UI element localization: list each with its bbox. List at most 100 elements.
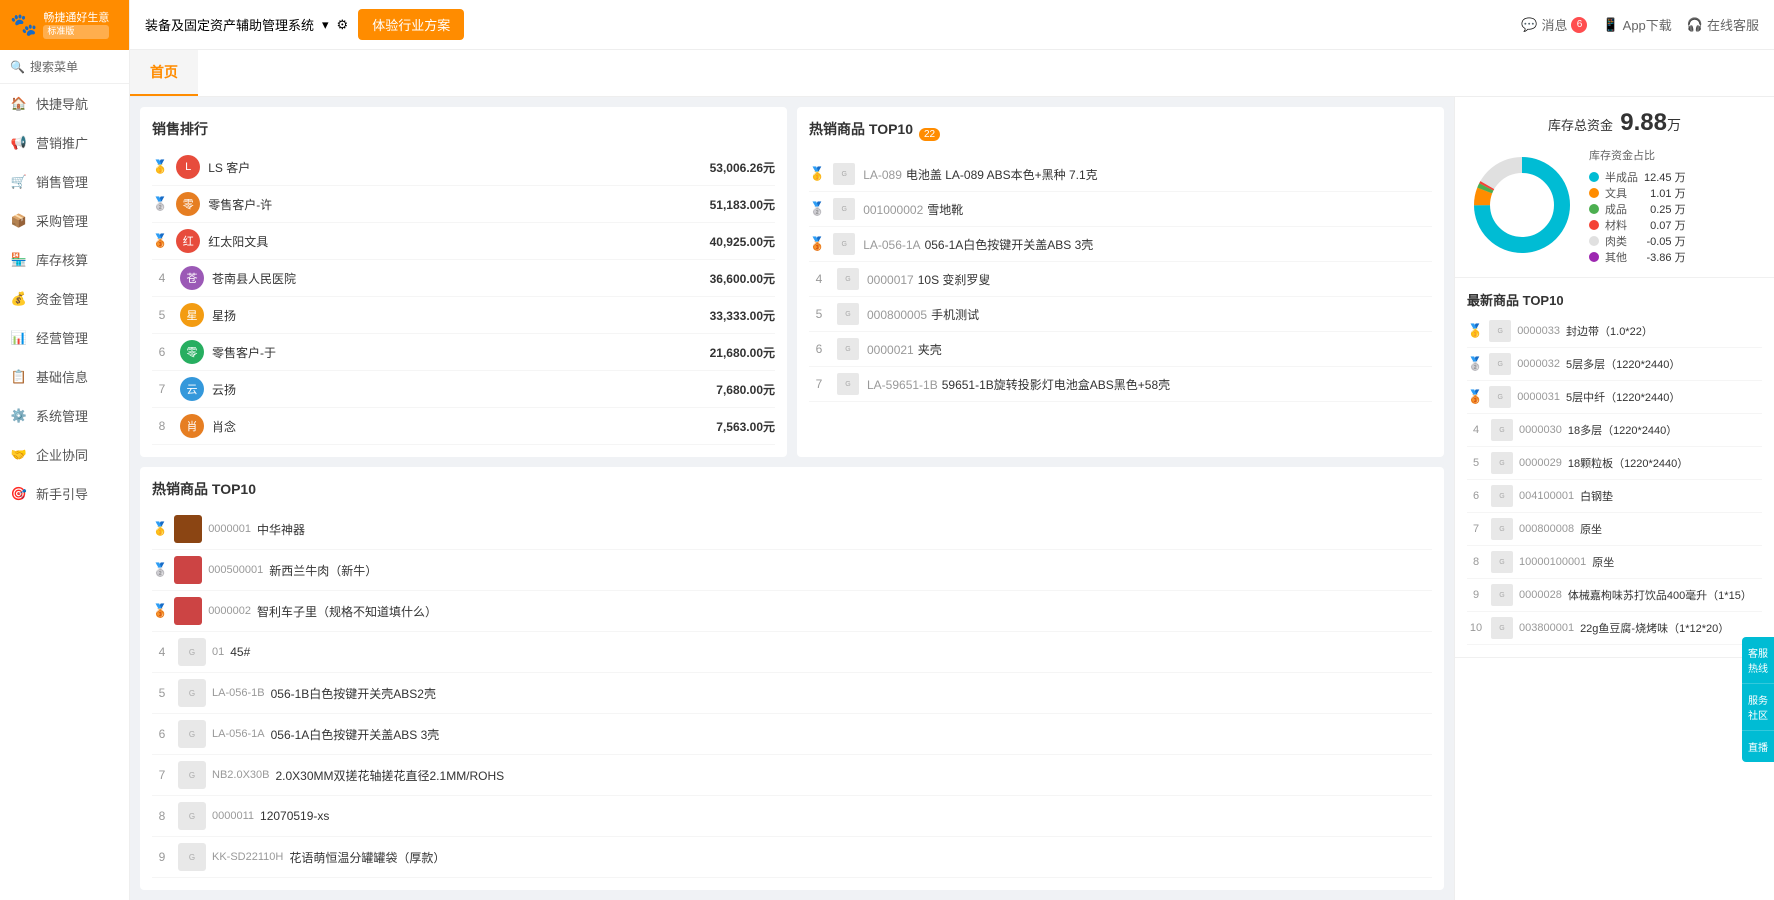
topbar: 装备及固定资产辅助管理系统 ▾ ⚙ 体验行业方案 💬 消息 6 📱 App下载 … (130, 0, 1774, 50)
message-btn[interactable]: 💬 消息 6 (1521, 15, 1587, 34)
legend-label: 半成品 (1605, 169, 1638, 185)
product-name: 新西兰牛肉（新牛） (269, 562, 1432, 579)
medal-icon: 🥇 (1467, 323, 1483, 339)
rank-number: 8 (152, 419, 172, 433)
top-row: 销售排行 🥇 L LS 客户 53,006.26元 🥈 零 零售客户-许 51,… (140, 107, 1444, 457)
customer-ranking-title: 销售排行 (152, 119, 775, 139)
search-menu-item[interactable]: 🔍 搜索菜单 (0, 50, 129, 84)
product-code: 0000031 (1517, 391, 1560, 403)
product-info: LA-056-1A056-1A白色按键开关盖ABS 3壳 (863, 236, 1432, 253)
system-selector[interactable]: 装备及固定资产辅助管理系统 ▾ ⚙ (145, 15, 348, 34)
sidebar-item-基础信息[interactable]: 📋基础信息 (0, 357, 129, 396)
customer-amount: 40,925.00元 (710, 233, 775, 250)
product-code: 10000100001 (1519, 556, 1586, 568)
product-code: 0000029 (1519, 457, 1562, 469)
sidebar-item-快捷导航[interactable]: 🏠快捷导航 (0, 84, 129, 123)
online-service-label: 在线客服 (1707, 15, 1759, 34)
sidebar-item-销售管理[interactable]: 🛒销售管理 (0, 162, 129, 201)
hot-badge: 22 (919, 128, 940, 141)
gear-icon[interactable]: ⚙ (337, 17, 349, 33)
customer-avatar: 星 (180, 303, 204, 327)
message-icon: 💬 (1521, 17, 1537, 33)
hot-sales-title: 热销商品 TOP10 (152, 479, 1432, 499)
sidebar-icon: ⚙️ (10, 407, 28, 425)
sidebar-item-库存核算[interactable]: 🏪库存核算 (0, 240, 129, 279)
product-thumbnail (174, 597, 202, 625)
customer-avatar: 苍 (180, 266, 204, 290)
rank-number: 6 (152, 727, 172, 741)
legend-item: 材料 0.07 万 (1589, 217, 1686, 233)
medal-icon: 🥈 (152, 562, 168, 578)
customer-row: 4 苍 苍南县人民医院 36,600.00元 (152, 260, 775, 297)
customer-ranking-card: 销售排行 🥇 L LS 客户 53,006.26元 🥈 零 零售客户-许 51,… (140, 107, 787, 457)
float-button[interactable]: 服务 社区 (1742, 684, 1774, 731)
legend-color (1589, 204, 1599, 214)
sidebar-icon: 🏠 (10, 95, 28, 113)
sidebar-item-企业协同[interactable]: 🤝企业协同 (0, 435, 129, 474)
customer-name: 云扬 (212, 381, 708, 398)
sidebar-item-新手引导[interactable]: 🎯新手引导 (0, 474, 129, 513)
float-button[interactable]: 客服 热线 (1742, 637, 1774, 684)
sidebar-item-label: 经营管理 (36, 328, 88, 347)
left-panel: 销售排行 🥇 L LS 客户 53,006.26元 🥈 零 零售客户-许 51,… (130, 97, 1454, 900)
sidebar-item-资金管理[interactable]: 💰资金管理 (0, 279, 129, 318)
product-name: 体械嘉枸味苏打饮品400毫升（1*15） (1568, 587, 1762, 603)
new-product-row: 6 G 004100001 白钢垫 (1467, 480, 1762, 513)
customer-amount: 51,183.00元 (710, 196, 775, 213)
tab-home[interactable]: 首页 (130, 50, 198, 96)
sidebar-item-经营管理[interactable]: 📊经营管理 (0, 318, 129, 357)
product-thumbnail: G (178, 638, 206, 666)
rank-number: 7 (809, 377, 829, 391)
legend-label: 文具 (1605, 185, 1627, 201)
hot-right-row: 🥉 G LA-056-1A056-1A白色按键开关盖ABS 3壳 (809, 227, 1432, 262)
legend-label: 其他 (1605, 249, 1627, 265)
new-product-row: 10 G 003800001 22g鱼豆腐-烧烤味（1*12*20） (1467, 612, 1762, 645)
legend-item: 文具 1.01 万 (1589, 185, 1686, 201)
product-info: 001000002雪地靴 (863, 201, 1432, 218)
hot-right-row: 4 G 000001710S 变刹罗叟 (809, 262, 1432, 297)
product-code: 0000001 (208, 523, 251, 535)
product-thumbnail: G (1489, 386, 1511, 408)
sidebar-item-系统管理[interactable]: ⚙️系统管理 (0, 396, 129, 435)
hot-right-row: 5 G 000800005手机测试 (809, 297, 1432, 332)
legend-value: 1.01 万 (1650, 185, 1685, 201)
product-thumbnail: G (837, 303, 859, 325)
right-panel: 库存总资金 9.88万 (1454, 97, 1774, 900)
product-code: 0000030 (1519, 424, 1562, 436)
sidebar-item-营销推广[interactable]: 📢营销推广 (0, 123, 129, 162)
product-name: 12070519-xs (260, 809, 1432, 823)
medal-icon: 🥈 (809, 201, 825, 217)
product-thumbnail: G (833, 198, 855, 220)
legend-value: 0.07 万 (1650, 217, 1685, 233)
legend-label: 材料 (1605, 217, 1627, 233)
customer-avatar: 零 (176, 192, 200, 216)
hot-right-row: 6 G 0000021夹壳 (809, 332, 1432, 367)
customer-avatar: 红 (176, 229, 200, 253)
legend-label: 肉类 (1605, 233, 1627, 249)
legend-color (1589, 220, 1599, 230)
app-download-label: App下载 (1623, 15, 1672, 34)
customer-amount: 7,563.00元 (716, 418, 775, 435)
product-thumbnail: G (1489, 320, 1511, 342)
product-thumbnail: G (833, 163, 855, 185)
float-buttons: 客服 热线服务 社区直播 (1742, 637, 1774, 762)
sidebar-item-label: 企业协同 (36, 445, 88, 464)
sidebar-item-label: 新手引导 (36, 484, 88, 503)
sidebar-item-采购管理[interactable]: 📦采购管理 (0, 201, 129, 240)
hot-products-right-header: 热销商品 TOP10 22 (809, 119, 1432, 149)
float-button[interactable]: 直播 (1742, 731, 1774, 762)
rank-number: 7 (152, 768, 172, 782)
try-plan-button[interactable]: 体验行业方案 (358, 9, 464, 40)
logo-badge: 标准版 (43, 25, 109, 39)
sidebar-item-label: 基础信息 (36, 367, 88, 386)
product-thumbnail: G (1491, 551, 1513, 573)
main-wrapper: 装备及固定资产辅助管理系统 ▾ ⚙ 体验行业方案 💬 消息 6 📱 App下载 … (130, 0, 1774, 900)
app-download-btn[interactable]: 📱 App下载 (1602, 15, 1671, 34)
online-service-btn[interactable]: 🎧 在线客服 (1687, 15, 1759, 34)
product-code: 0000028 (1519, 589, 1562, 601)
product-name: 45# (230, 645, 1432, 659)
rank-number: 8 (1467, 556, 1485, 568)
customer-amount: 33,333.00元 (710, 307, 775, 324)
customer-avatar: 零 (180, 340, 204, 364)
product-thumbnail (174, 515, 202, 543)
